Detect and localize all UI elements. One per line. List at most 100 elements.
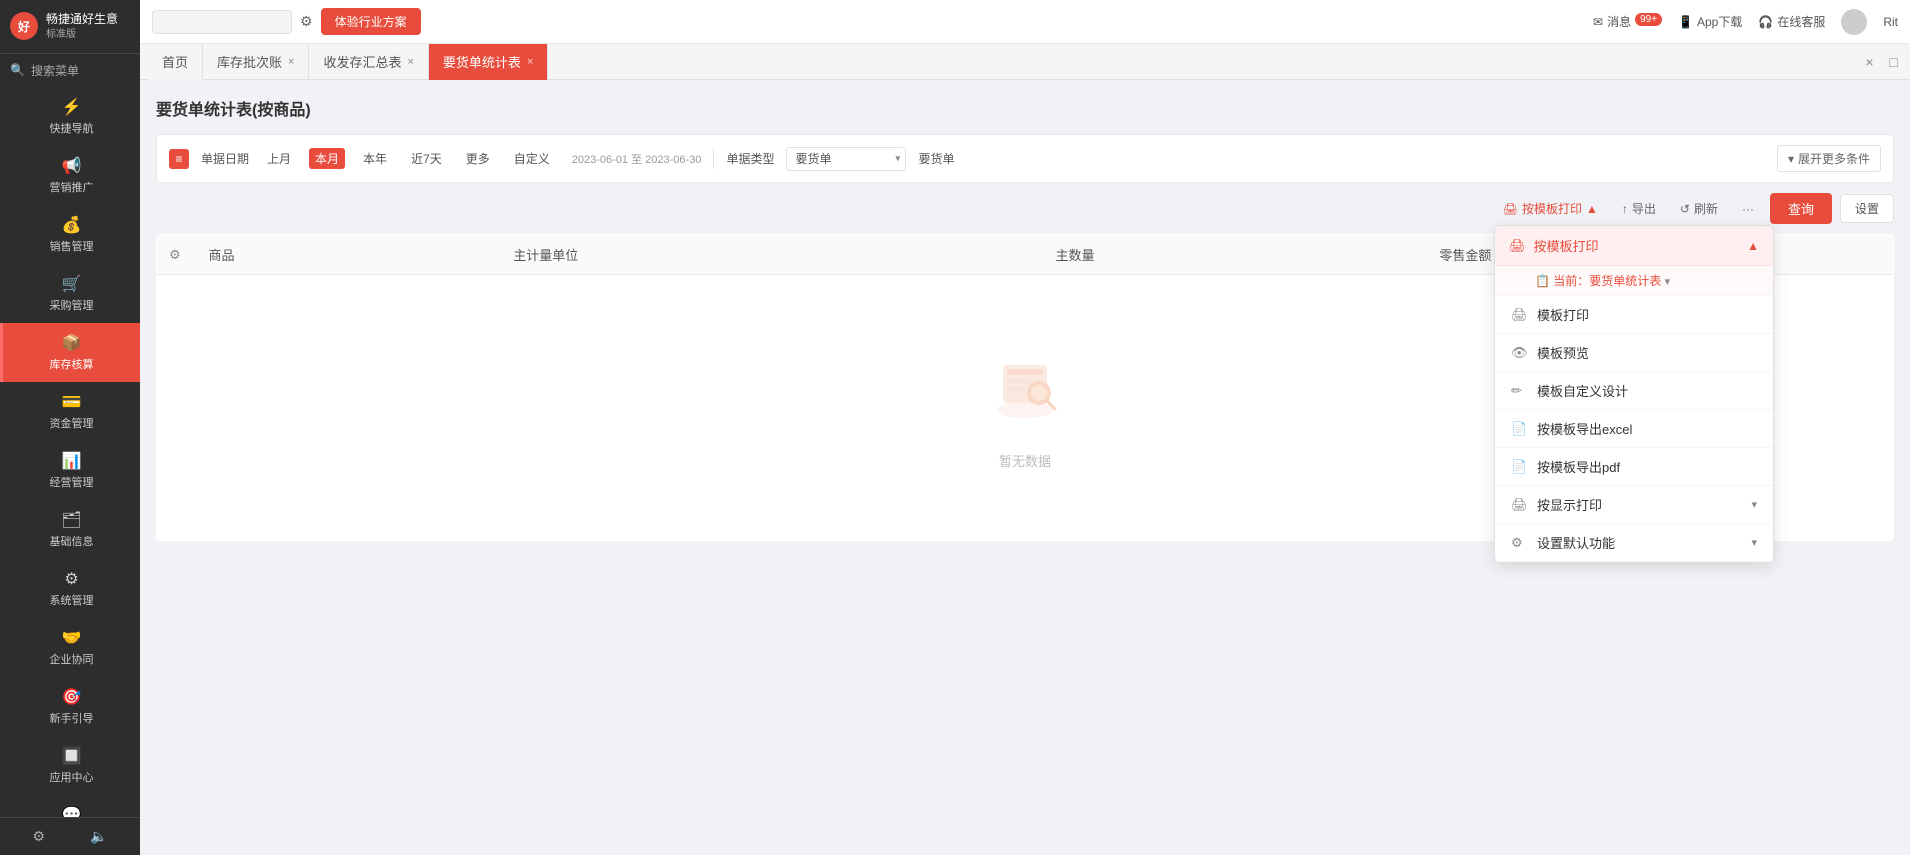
sidebar-item-inventory[interactable]: 📦 库存核算 bbox=[0, 323, 140, 382]
dropdown-item-template-preview[interactable]: 👁 模板预览 bbox=[1495, 334, 1773, 372]
headset-icon: 🎧 bbox=[1758, 15, 1773, 29]
dropdown-section-set-default[interactable]: ⚙ 设置默认功能 ▾ bbox=[1495, 524, 1773, 562]
sidebar-item-system[interactable]: ⚙ 系统管理 bbox=[0, 559, 140, 618]
topbar-right: ✉ 消息 99+ 📱 App下载 🎧 在线客服 Rit bbox=[1593, 9, 1898, 35]
quick-nav-icon: ⚡ bbox=[62, 97, 82, 117]
more-actions-button[interactable]: ··· bbox=[1734, 198, 1762, 220]
empty-text: 暂无数据 bbox=[999, 451, 1051, 470]
app-center-icon: 🔲 bbox=[62, 746, 82, 766]
sidebar-item-marketing[interactable]: 📢 营销推广 bbox=[0, 146, 140, 205]
dropdown-item-template-print[interactable]: 🖨 模板打印 bbox=[1495, 296, 1773, 334]
sidebar-item-sales[interactable]: 💰 销售管理 bbox=[0, 205, 140, 264]
sidebar-item-collab[interactable]: 🤝 企业协同 bbox=[0, 618, 140, 677]
dropdown-header[interactable]: 🖨 按模板打印 ▲ bbox=[1495, 226, 1773, 266]
close-receipt-summary-icon[interactable]: × bbox=[407, 56, 413, 68]
settings-button[interactable]: 设置 bbox=[1840, 194, 1894, 223]
action-toolbar: 🖨 按模板打印 ▲ ↑ 导出 ↺ 刷新 ··· 查询 设置 🖨 按模板打印 bbox=[156, 193, 1894, 224]
sidebar-item-wechat[interactable]: 💬 企业微信 bbox=[0, 795, 140, 817]
dropdown-item-export-excel[interactable]: 📄 按模板导出excel bbox=[1495, 410, 1773, 448]
filter-row: ≡ 单据日期 上月 本月 本年 近7天 更多 自定义 2023-06-01 至 … bbox=[169, 145, 1881, 172]
search-menu-item[interactable]: 🔍 搜索菜单 bbox=[0, 54, 140, 87]
inventory-icon: 📦 bbox=[62, 333, 82, 353]
sidebar-sound-icon[interactable]: 🔈 bbox=[90, 828, 107, 845]
user-avatar[interactable] bbox=[1841, 9, 1867, 35]
window-max-icon[interactable]: □ bbox=[1886, 52, 1902, 72]
logo-icon: 好 bbox=[10, 12, 38, 40]
export-button[interactable]: ↑ 导出 bbox=[1614, 196, 1664, 221]
dropdown-item-export-pdf[interactable]: 📄 按模板导出pdf bbox=[1495, 448, 1773, 486]
basic-icon: 🗂 bbox=[61, 510, 81, 530]
sidebar-item-app-center[interactable]: 🔲 应用中心 bbox=[0, 736, 140, 795]
export-excel-icon: 📄 bbox=[1511, 421, 1527, 437]
date-btn-this-year[interactable]: 本年 bbox=[357, 148, 393, 169]
sidebar-item-basic[interactable]: 🗂 基础信息 bbox=[0, 500, 140, 559]
page-title: 要货单统计表(按商品) bbox=[156, 96, 1894, 120]
table-header-product: 商品 bbox=[197, 235, 502, 275]
online-service-button[interactable]: 🎧 在线客服 bbox=[1758, 13, 1825, 30]
message-button[interactable]: ✉ 消息 99+ bbox=[1593, 13, 1662, 30]
close-inventory-batch-icon[interactable]: × bbox=[288, 56, 294, 68]
date-range-text: 2023-06-01 至 2023-06-30 bbox=[572, 151, 702, 167]
trial-industry-button[interactable]: 体验行业方案 bbox=[321, 8, 421, 35]
type-select-wrapper: 要货单 bbox=[786, 147, 906, 171]
tab-home[interactable]: 首页 bbox=[148, 44, 203, 80]
date-btn-7days[interactable]: 近7天 bbox=[405, 148, 448, 169]
message-icon: ✉ bbox=[1593, 15, 1603, 29]
export-icon: ↑ bbox=[1622, 202, 1628, 216]
topbar-gear-icon[interactable]: ⚙ bbox=[300, 13, 313, 30]
refresh-button[interactable]: ↺ 刷新 bbox=[1672, 196, 1726, 221]
dropdown-item-template-design[interactable]: ✏ 模板自定义设计 bbox=[1495, 372, 1773, 410]
sidebar-item-newbie[interactable]: 🎯 新手引导 bbox=[0, 677, 140, 736]
topbar-search-input[interactable] bbox=[152, 10, 292, 34]
filter-toggle-button[interactable]: ≡ bbox=[169, 149, 189, 169]
filter-bar: ≡ 单据日期 上月 本月 本年 近7天 更多 自定义 2023-06-01 至 … bbox=[156, 134, 1894, 183]
tabs-bar: 首页 库存批次账 × 收发存汇总表 × 要货单统计表 × × □ bbox=[140, 44, 1910, 80]
printer-icon: 🖨 bbox=[1503, 202, 1518, 216]
system-icon: ⚙ bbox=[64, 569, 78, 589]
query-button[interactable]: 查询 bbox=[1770, 193, 1832, 224]
template-print-icon: 🖨 bbox=[1511, 307, 1527, 323]
collab-icon: 🤝 bbox=[62, 628, 82, 648]
tab-receipt-summary[interactable]: 收发存汇总表 × bbox=[309, 44, 428, 80]
tab-inventory-batch[interactable]: 库存批次账 × bbox=[203, 44, 309, 80]
set-default-icon: ⚙ bbox=[1511, 535, 1527, 551]
sidebar-item-quick-nav[interactable]: ⚡ 快捷导航 bbox=[0, 87, 140, 146]
sidebar-item-operations[interactable]: 📊 经营管理 bbox=[0, 441, 140, 500]
date-btn-last-month[interactable]: 上月 bbox=[261, 148, 297, 169]
window-close-icon[interactable]: × bbox=[1861, 52, 1877, 72]
table-column-settings-icon[interactable]: ⚙ bbox=[169, 247, 181, 262]
template-design-icon: ✏ bbox=[1511, 383, 1527, 399]
print-dropdown: 🖨 按模板打印 ▲ 📋 当前：要货单统计表 ▾ 🖨 模板打印 👁 模板预览 bbox=[1494, 225, 1774, 563]
empty-state-illustration bbox=[985, 345, 1065, 439]
template-preview-icon: 👁 bbox=[1511, 345, 1527, 361]
dropdown-section-display-print[interactable]: 🖨 按显示打印 ▾ bbox=[1495, 486, 1773, 524]
chevron-down-icon: ▾ bbox=[1788, 152, 1794, 166]
filter-divider bbox=[713, 149, 714, 169]
type-select[interactable]: 要货单 bbox=[786, 147, 906, 171]
chevron-up-icon: ▲ bbox=[1586, 202, 1598, 216]
operations-icon: 📊 bbox=[62, 451, 82, 471]
app-logo: 好 畅捷通好生意 标准版 bbox=[0, 0, 140, 54]
tab-order-summary[interactable]: 要货单统计表 × bbox=[429, 44, 548, 80]
app-download-button[interactable]: 📱 App下载 bbox=[1678, 13, 1742, 30]
purchase-icon: 🛒 bbox=[62, 274, 82, 294]
refresh-icon: ↺ bbox=[1680, 202, 1690, 216]
expand-filters-button[interactable]: ▾ 展开更多条件 bbox=[1777, 145, 1881, 172]
date-btn-this-month[interactable]: 本月 bbox=[309, 148, 345, 169]
date-btn-custom[interactable]: 自定义 bbox=[508, 148, 556, 169]
print-template-button[interactable]: 🖨 按模板打印 ▲ bbox=[1495, 196, 1606, 221]
current-chevron-icon: ▾ bbox=[1665, 276, 1671, 288]
order-type-label: 要货单 bbox=[918, 150, 954, 167]
table-header-unit: 主计量单位 bbox=[501, 235, 1043, 275]
type-label: 单据类型 bbox=[726, 150, 774, 167]
date-btn-more[interactable]: 更多 bbox=[460, 148, 496, 169]
topbar: ⚙ 体验行业方案 ✉ 消息 99+ 📱 App下载 🎧 在线客服 Rit bbox=[140, 0, 1910, 44]
sidebar-settings-icon[interactable]: ⚙ bbox=[33, 828, 46, 845]
dropdown-current-template[interactable]: 📋 当前：要货单统计表 ▾ bbox=[1495, 266, 1773, 296]
close-order-summary-icon[interactable]: × bbox=[527, 56, 533, 68]
table-header-settings[interactable]: ⚙ bbox=[157, 235, 197, 275]
main-area: ⚙ 体验行业方案 ✉ 消息 99+ 📱 App下载 🎧 在线客服 Rit 首页 bbox=[140, 0, 1910, 855]
sidebar-item-purchase[interactable]: 🛒 采购管理 bbox=[0, 264, 140, 323]
dropdown-collapse-icon[interactable]: ▲ bbox=[1747, 239, 1759, 253]
sidebar-item-finance[interactable]: 💳 资金管理 bbox=[0, 382, 140, 441]
